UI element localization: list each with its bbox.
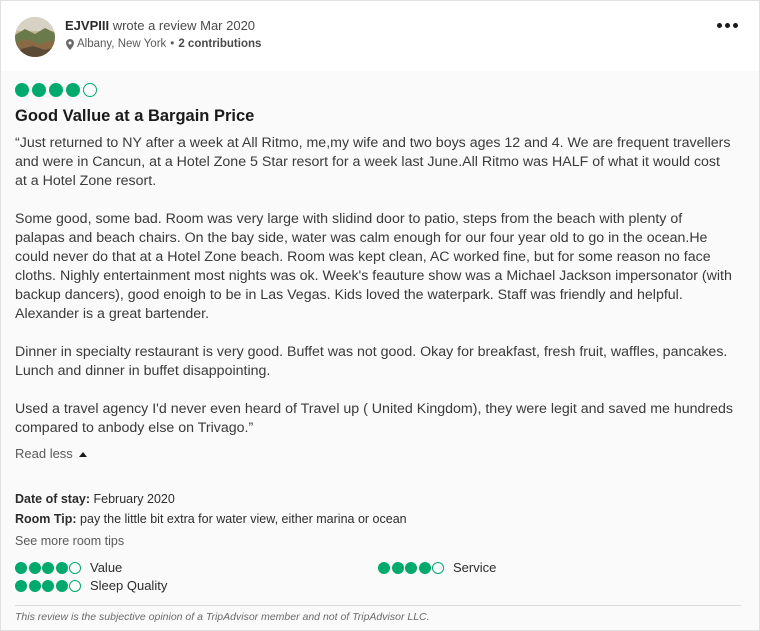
review-paragraph: Used a travel agency I'd never even hear… [15,401,734,436]
review-paragraph: “Just returned to NY after a week at All… [15,135,731,189]
date-of-stay-value: February 2020 [90,492,175,506]
rating-bubble-filled [42,561,54,574]
read-less-button[interactable]: Read less [15,446,87,461]
rating-bubble-filled [15,579,27,592]
read-less-label: Read less [15,446,73,461]
caret-up-icon [78,451,87,457]
see-more-room-tips-link[interactable]: See more room tips [15,534,124,548]
rating-bubble-filled [28,561,41,574]
author-contributions[interactable]: 2 contributions [178,38,261,50]
rating-bubble-filled [42,579,54,592]
review-card: EJVPIII wrote a review Mar 2020 Albany, … [0,0,760,631]
room-tip-value: pay the little bit extra for water view,… [76,512,407,526]
rating-bubble-empty [69,561,81,574]
overall-rating [15,83,97,97]
date-of-stay: Date of stay: February 2020 [15,492,175,506]
review-text: “Just returned to NY after a week at All… [15,134,735,438]
review-action-text: wrote a review Mar 2020 [109,18,256,33]
map-pin-icon [66,38,74,50]
rating-bubble-filled [15,561,27,574]
author-location: Albany, New York [77,38,167,50]
rating-bubble-filled [55,561,68,574]
rating-bubble-filled [49,83,63,97]
review-header: EJVPIII wrote a review Mar 2020 Albany, … [1,1,759,71]
rating-bubble-filled [418,561,431,574]
rating-bubble-filled [405,561,417,574]
rating-bubble-empty [83,83,97,97]
review-paragraph: Some good, some bad. Room was very large… [15,211,732,322]
sub-rating-value: Value [15,560,122,575]
rating-bubble-empty [69,579,81,592]
sub-rating-sleep-quality: Sleep Quality [15,578,167,593]
room-tip-label: Room Tip: [15,512,77,526]
rating-bubble-filled [55,579,68,592]
meta-separator: • [170,38,175,50]
more-options-icon[interactable] [717,18,739,32]
more-dot [717,22,722,28]
rating-bubble-filled [378,561,390,574]
author-line: EJVPIII wrote a review Mar 2020 [65,18,255,33]
author-name[interactable]: EJVPIII [65,18,109,33]
author-meta: Albany, New York • 2 contributions [66,38,261,50]
review-title[interactable]: Good Vallue at a Bargain Price [15,107,254,126]
date-of-stay-label: Date of stay: [15,492,91,506]
sub-rating-bubbles [15,561,81,574]
sub-rating-bubbles [15,579,81,592]
sub-rating-service: Service [378,560,496,575]
rating-bubble-filled [28,579,41,592]
rating-bubble-empty [432,561,444,574]
more-dot [725,22,730,28]
review-paragraph: Dinner in specialty restaurant is very g… [15,344,728,379]
avatar[interactable] [15,17,55,57]
sub-rating-label: Value [90,560,123,575]
rating-bubble-filled [15,83,29,97]
more-dot [733,22,738,28]
rating-bubble-filled [391,561,404,574]
rating-bubble-filled [66,83,80,97]
sub-rating-label: Service [453,560,497,575]
divider [15,605,741,606]
rating-bubble-filled [32,83,46,97]
sub-rating-bubbles [378,561,444,574]
sub-rating-label: Sleep Quality [90,578,168,593]
room-tip: Room Tip: pay the little bit extra for w… [15,512,407,526]
disclaimer: This review is the subjective opinion of… [15,611,430,623]
